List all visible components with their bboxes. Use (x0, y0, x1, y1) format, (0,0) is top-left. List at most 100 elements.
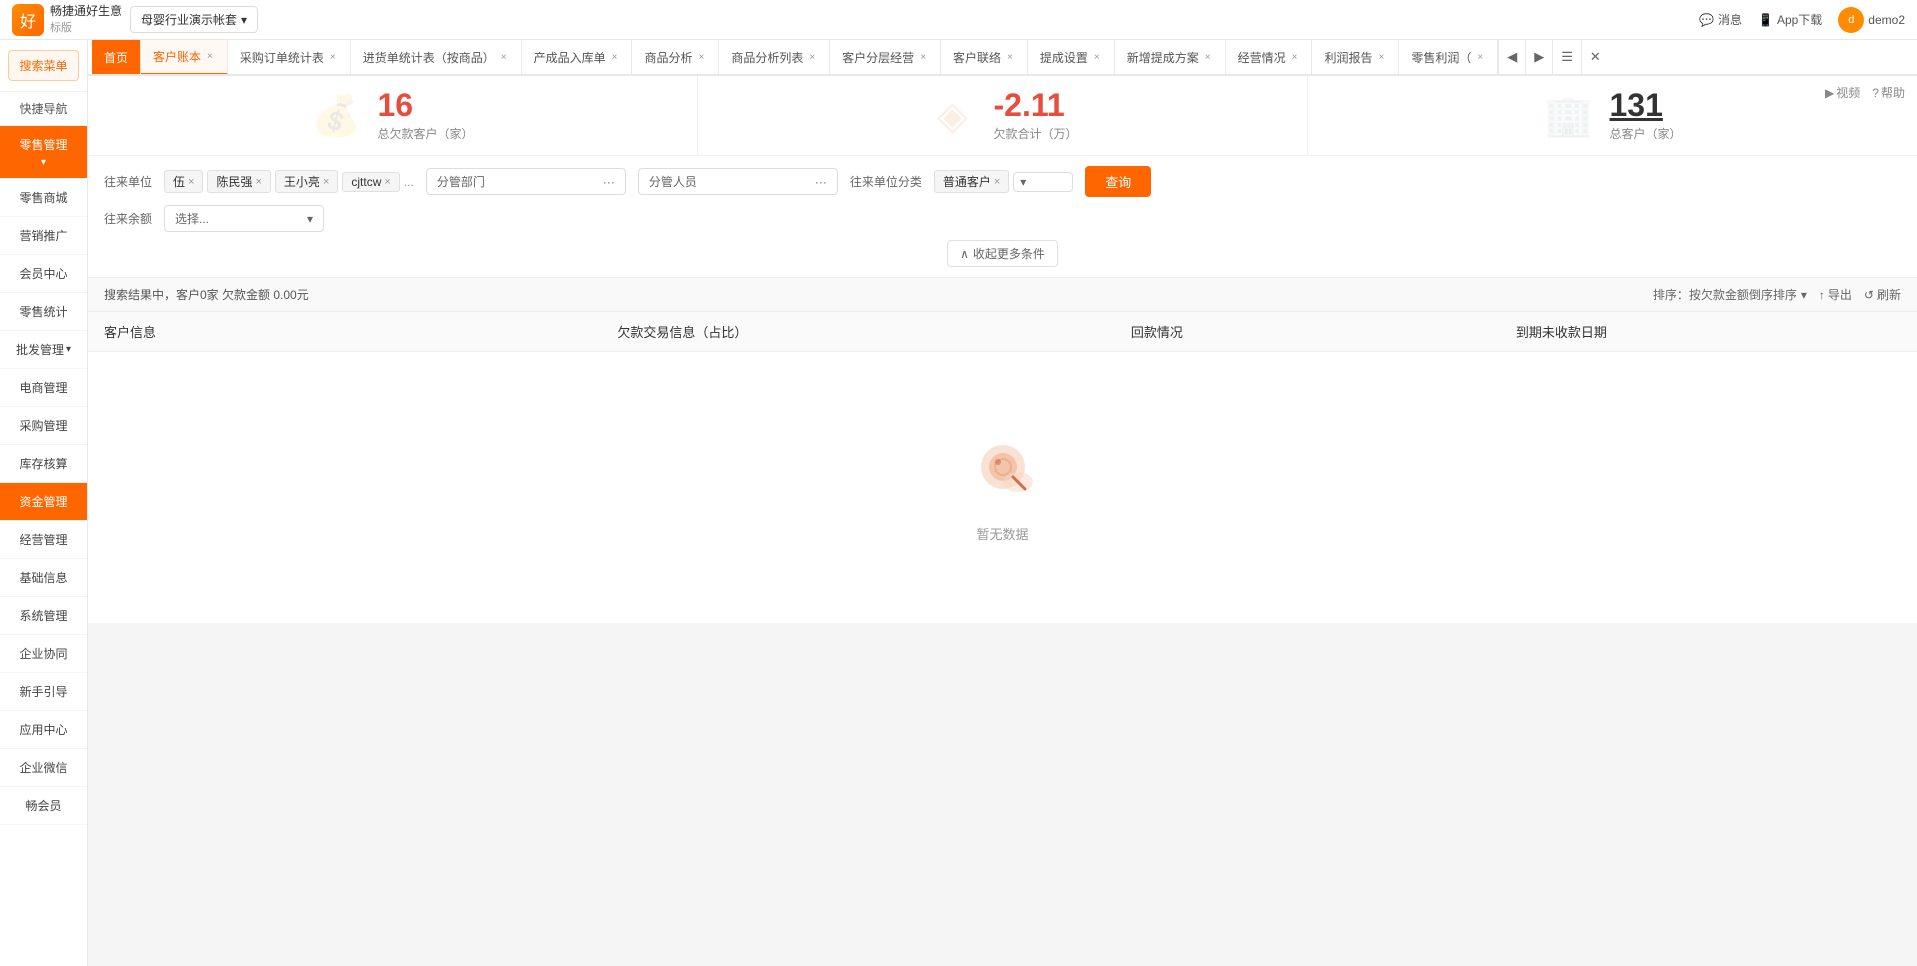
tab-retail-profit-close[interactable]: × (1475, 51, 1485, 64)
category-tag-remove[interactable]: × (994, 176, 1000, 188)
sidebar-item-label: 新手引导 (19, 683, 67, 700)
company-more[interactable]: ... (404, 175, 414, 189)
sidebar-item-retail-mgmt[interactable]: 零售管理 ▾ (0, 126, 87, 179)
top-bar-right: 💬 消息 📱 App下载 d demo2 (1699, 7, 1905, 33)
tab-accounts[interactable]: 客户账本 × (141, 40, 228, 75)
filter-row-2: 往来余额 选择... ▾ (104, 205, 1901, 232)
tab-production-inbound[interactable]: 产成品入库单 × (522, 40, 633, 75)
tag-chenminqiang-remove[interactable]: × (255, 176, 261, 188)
sidebar-quick-nav[interactable]: 快捷导航 (0, 92, 87, 126)
category-select-btn[interactable]: ▾ (1013, 172, 1073, 192)
tab-goods-analysis[interactable]: 商品分析 × (632, 40, 719, 75)
sidebar-item-batch-mgmt[interactable]: 批发管理 ▾ (0, 331, 87, 369)
tab-nav-menu[interactable]: ☰ (1552, 40, 1581, 75)
tab-purchase-orders[interactable]: 采购订单统计表 × (228, 40, 351, 75)
tab-biz-status[interactable]: 经营情况 × (1226, 40, 1313, 75)
collapse-row: ∧ 收起更多条件 (104, 240, 1901, 267)
sidebar-item-label: 基础信息 (19, 569, 67, 586)
tab-nav-next[interactable]: ▶ (1525, 40, 1552, 75)
tab-close-all[interactable]: ✕ (1581, 40, 1609, 75)
tab-new-promotion[interactable]: 新增提成方案 × (1115, 40, 1226, 75)
sidebar-item-retail-stats[interactable]: 零售统计 (0, 293, 87, 331)
chevron-down-icon: ▾ (307, 212, 313, 226)
tag-cjttcw-remove[interactable]: × (384, 176, 390, 188)
person-placeholder: 分管人员 (649, 173, 697, 190)
sidebar-item-enterprise-wechat[interactable]: 企业微信 (0, 749, 87, 787)
stat-top-right-links: ▶ 视频 ? 帮助 (1825, 84, 1905, 101)
tab-goods-analysis-list-close[interactable]: × (807, 51, 817, 64)
tag-jia-remove[interactable]: × (188, 176, 194, 188)
chevron-down-icon: ▾ (41, 157, 46, 168)
sidebar-item-enterprise-collab[interactable]: 企业协同 (0, 635, 87, 673)
page-content: 💰 16 总欠款客户（家） ◈ -2.11 欠款合计（万） (88, 76, 1917, 966)
tab-profit-report-close[interactable]: × (1376, 51, 1386, 64)
sidebar-item-biz-mgmt[interactable]: 经营管理 (0, 521, 87, 559)
person-select[interactable]: 分管人员 ··· (638, 168, 838, 195)
debt-amount-value: -2.11 (993, 89, 1077, 121)
sort-label: 排序：按欠款金额倒序排序 (1653, 286, 1797, 303)
category-tag-normal: 普通客户 × (934, 170, 1009, 193)
tab-purchase-orders-close[interactable]: × (328, 51, 338, 64)
account-selector[interactable]: 母婴行业演示帐套 ▾ (130, 6, 258, 33)
refresh-btn[interactable]: ↺ 刷新 (1864, 286, 1901, 303)
tab-goods-analysis-list[interactable]: 商品分析列表 × (719, 40, 830, 75)
message-btn[interactable]: 💬 消息 (1699, 11, 1742, 28)
tab-customer-contact-close[interactable]: × (1005, 51, 1015, 64)
tab-inbound-stats-close[interactable]: × (499, 51, 509, 64)
tab-promotion-settings-close[interactable]: × (1092, 51, 1102, 64)
tab-goods-analysis-close[interactable]: × (696, 51, 706, 64)
sidebar-item-retail-mall[interactable]: 零售商城 (0, 179, 87, 217)
tab-profit-report[interactable]: 利润报告 × (1312, 40, 1399, 75)
sidebar-item-marketing[interactable]: 营销推广 (0, 217, 87, 255)
refresh-icon: ↺ (1864, 288, 1874, 302)
help-label: 帮助 (1881, 84, 1905, 101)
sidebar-item-sys-mgmt[interactable]: 系统管理 (0, 597, 87, 635)
balance-filter-label: 往来余额 (104, 210, 152, 227)
tab-goods-analysis-list-label: 商品分析列表 (731, 49, 803, 66)
sidebar-item-member[interactable]: 会员中心 (0, 255, 87, 293)
sidebar-item-basic-info[interactable]: 基础信息 (0, 559, 87, 597)
tab-biz-status-close[interactable]: × (1290, 51, 1300, 64)
app-download-btn[interactable]: 📱 App下载 (1758, 11, 1822, 28)
video-link[interactable]: ▶ 视频 (1825, 84, 1860, 101)
tag-wangxiaoliang-remove[interactable]: × (323, 176, 329, 188)
sidebar-item-capital-mgmt[interactable]: 资金管理 (0, 483, 87, 521)
tab-home[interactable]: 首页 (92, 40, 141, 75)
dept-placeholder: 分管部门 (437, 173, 485, 190)
col-customer-info: 客户信息 (104, 322, 617, 341)
sidebar-item-app-center[interactable]: 应用中心 (0, 711, 87, 749)
tab-nav-prev[interactable]: ◀ (1498, 40, 1525, 75)
tab-inbound-stats[interactable]: 进货单统计表（按商品） × (351, 40, 522, 75)
tab-customer-contact[interactable]: 客户联络 × (941, 40, 1028, 75)
content-area: 首页 客户账本 × 采购订单统计表 × 进货单统计表（按商品） × 产成品入库单… (88, 40, 1917, 966)
tab-retail-profit[interactable]: 零售利润（ × (1399, 40, 1498, 75)
message-icon: 💬 (1699, 13, 1714, 27)
dept-select[interactable]: 分管部门 ··· (426, 168, 626, 195)
sidebar-item-ecommerce[interactable]: 电商管理 (0, 369, 87, 407)
export-btn[interactable]: ↑ 导出 (1819, 286, 1852, 303)
help-link[interactable]: ? 帮助 (1872, 84, 1905, 101)
sidebar-item-label: 系统管理 (19, 607, 67, 624)
tab-new-promotion-close[interactable]: × (1203, 51, 1213, 64)
tab-promotion-settings[interactable]: 提成设置 × (1028, 40, 1115, 75)
sidebar-item-purchase-mgmt[interactable]: 采购管理 (0, 407, 87, 445)
sidebar-item-label: 营销推广 (19, 227, 67, 244)
tab-customer-segments[interactable]: 客户分层经营 × (830, 40, 941, 75)
tab-accounts-close[interactable]: × (205, 50, 215, 63)
search-menu-btn[interactable]: 搜索菜单 (8, 50, 79, 81)
sort-select[interactable]: 排序：按欠款金额倒序排序 ▾ (1653, 286, 1807, 303)
tab-production-inbound-close[interactable]: × (610, 51, 620, 64)
sidebar-item-inventory[interactable]: 库存核算 (0, 445, 87, 483)
user-profile[interactable]: d demo2 (1838, 7, 1905, 33)
tab-customer-segments-close[interactable]: × (918, 51, 928, 64)
tab-accounts-label: 客户账本 (153, 48, 201, 65)
company-tag-chenminqiang: 陈民强 × (207, 170, 270, 193)
sidebar-item-new-guide[interactable]: 新手引导 (0, 673, 87, 711)
total-customer-icon: 🏢 (1543, 91, 1593, 141)
collapse-btn[interactable]: ∧ 收起更多条件 (947, 240, 1058, 267)
tab-customer-contact-label: 客户联络 (953, 49, 1001, 66)
balance-select[interactable]: 选择... ▾ (164, 205, 324, 232)
tag-chenminqiang-label: 陈民强 (216, 173, 252, 190)
sidebar-item-vip-member[interactable]: 畅会员 (0, 787, 87, 825)
query-button[interactable]: 查询 (1085, 166, 1151, 197)
